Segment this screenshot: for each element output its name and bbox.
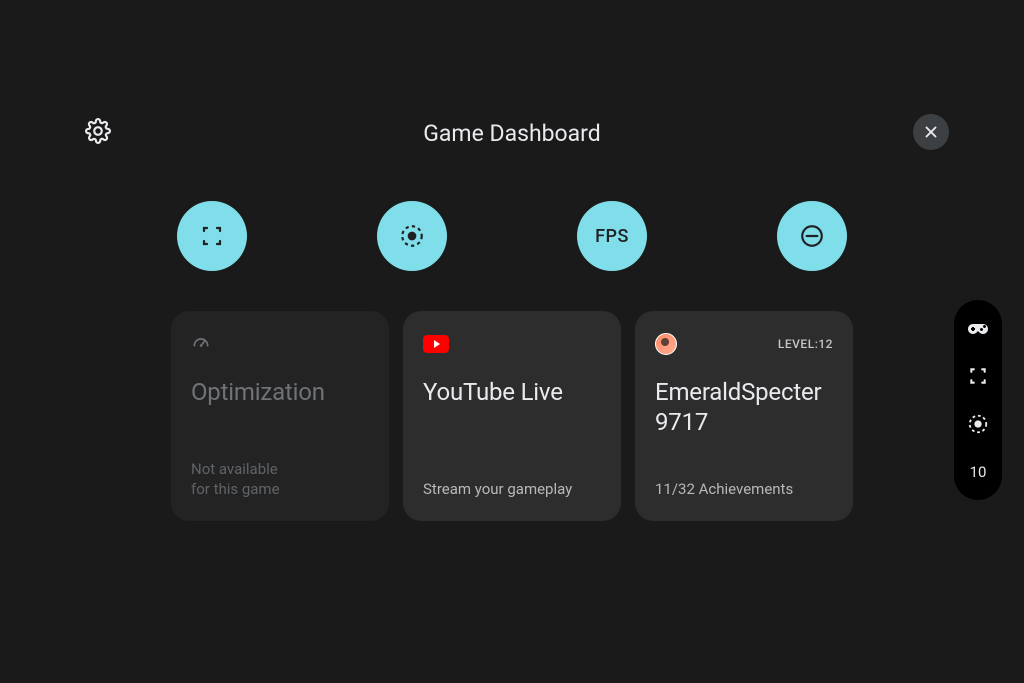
card-title: Optimization <box>191 377 369 407</box>
dock-count[interactable]: 10 <box>966 460 990 484</box>
dock-count-label: 10 <box>970 463 987 481</box>
record-icon <box>399 223 425 249</box>
dnd-icon <box>799 223 825 249</box>
youtube-icon <box>423 335 449 353</box>
settings-button[interactable] <box>85 118 111 144</box>
gear-icon <box>85 118 111 144</box>
screenshot-icon <box>968 366 988 386</box>
side-dock: 10 <box>954 300 1002 500</box>
quick-actions-row: FPS <box>0 177 1024 311</box>
card-subtitle: Not available for this game <box>191 459 369 500</box>
card-header: LEVEL:12 <box>655 333 833 355</box>
header: Game Dashboard <box>0 0 1024 177</box>
dock-record-button[interactable] <box>966 412 990 436</box>
record-icon <box>967 413 989 435</box>
screenshot-button[interactable] <box>177 201 247 271</box>
screenshot-icon <box>200 224 224 248</box>
profile-card[interactable]: LEVEL:12 EmeraldSpecter9717 11/32 Achiev… <box>635 311 853 521</box>
card-title: YouTube Live <box>423 377 601 407</box>
close-icon <box>922 123 940 141</box>
record-button[interactable] <box>377 201 447 271</box>
card-header <box>423 333 601 355</box>
fps-label: FPS <box>595 226 629 247</box>
achievements-text: 11/32 Achievements <box>655 479 833 499</box>
card-header <box>191 333 369 355</box>
dock-controller-button[interactable] <box>966 316 990 340</box>
speed-icon <box>191 334 211 354</box>
avatar <box>655 333 677 355</box>
username: EmeraldSpecter9717 <box>655 377 833 437</box>
level-badge: LEVEL:12 <box>778 337 833 351</box>
close-button[interactable] <box>913 114 949 150</box>
dock-screenshot-button[interactable] <box>966 364 990 388</box>
card-subtitle: Stream your gameplay <box>423 479 601 499</box>
controller-icon <box>966 316 990 340</box>
fps-button[interactable]: FPS <box>577 201 647 271</box>
dnd-button[interactable] <box>777 201 847 271</box>
page-title: Game Dashboard <box>423 120 601 147</box>
optimization-card[interactable]: Optimization Not available for this game <box>171 311 389 521</box>
cards-row: Optimization Not available for this game… <box>0 311 1024 521</box>
youtube-live-card[interactable]: YouTube Live Stream your gameplay <box>403 311 621 521</box>
